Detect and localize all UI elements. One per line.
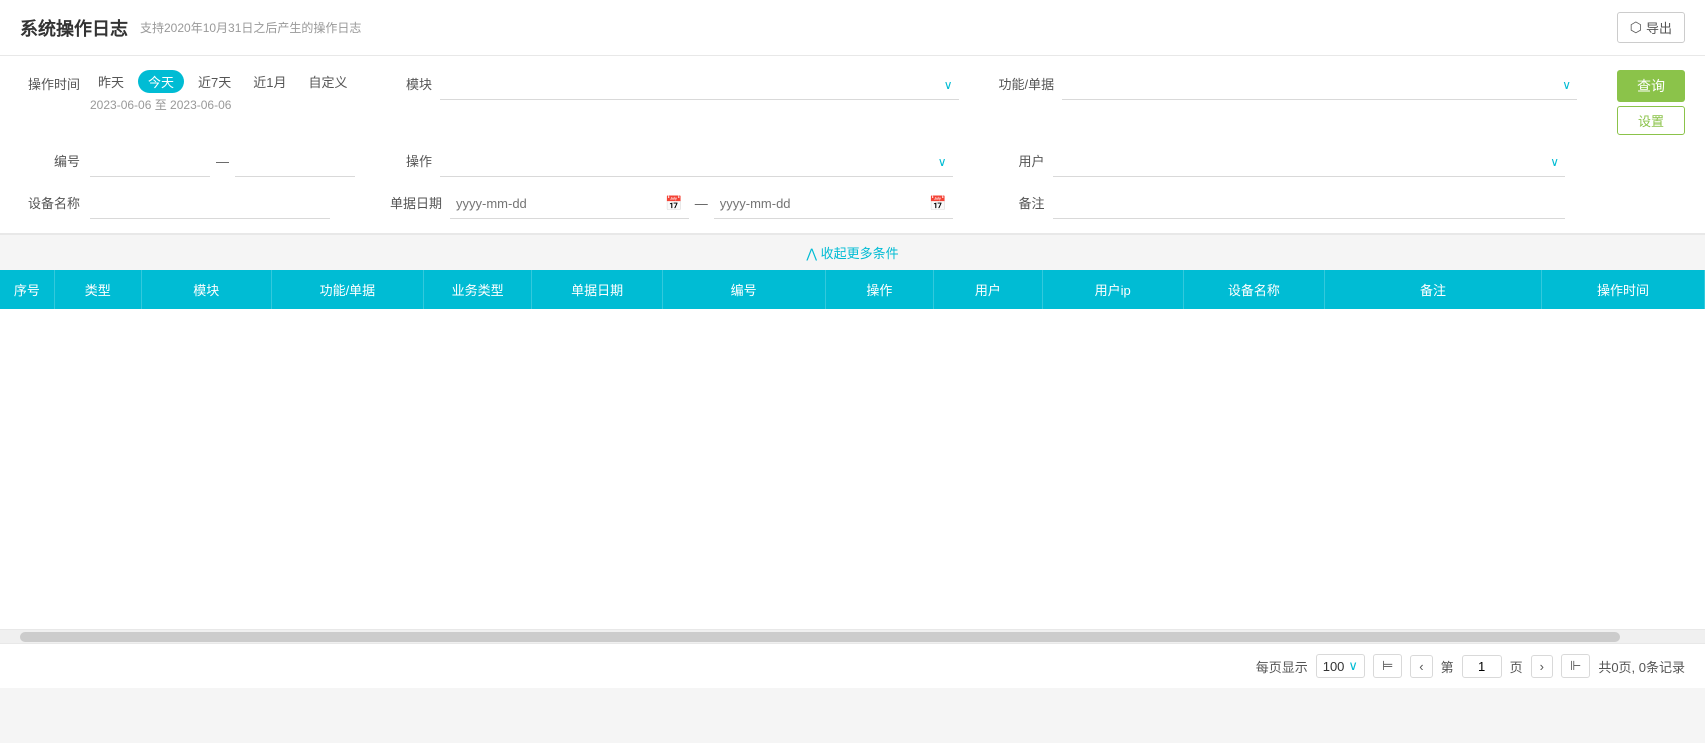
col-number: 编号 bbox=[662, 270, 825, 309]
operation-select[interactable]: ∨ bbox=[440, 147, 953, 177]
device-input[interactable] bbox=[90, 189, 330, 219]
table-header: 序号 类型 模块 功能/单据 业务类型 单据日期 编号 操作 用户 用户ip 设… bbox=[0, 270, 1705, 309]
device-label: 设备名称 bbox=[20, 189, 90, 219]
remark-filter-group: 备注 bbox=[973, 189, 1586, 219]
col-type: 类型 bbox=[54, 270, 141, 309]
col-voucher-date: 单据日期 bbox=[532, 270, 662, 309]
time-filter-group: 操作时间 昨天 今天 近7天 近1月 自定义 2023-06-06 至 2023… bbox=[20, 70, 360, 113]
calendar-start-icon[interactable]: 📅 bbox=[659, 195, 688, 212]
calendar-end-icon[interactable]: 📅 bbox=[923, 195, 952, 212]
time-btn-today[interactable]: 今天 bbox=[138, 70, 184, 93]
voucher-date-label: 单据日期 bbox=[380, 189, 450, 219]
data-table: 序号 类型 模块 功能/单据 业务类型 单据日期 编号 操作 用户 用户ip 设… bbox=[0, 270, 1705, 309]
func-select[interactable]: ∨ bbox=[1062, 70, 1577, 100]
operation-filter-group: 操作 ∨ bbox=[360, 147, 973, 177]
date-input-end[interactable] bbox=[714, 192, 923, 215]
col-biz-type: 业务类型 bbox=[423, 270, 532, 309]
col-op-time: 操作时间 bbox=[1542, 270, 1705, 309]
operation-label: 操作 bbox=[380, 147, 440, 177]
date-input-start[interactable] bbox=[450, 192, 659, 215]
number-input-start[interactable] bbox=[90, 147, 210, 177]
per-page-label: 每页显示 bbox=[1256, 657, 1308, 676]
page-title: 系统操作日志 bbox=[20, 15, 128, 41]
collapse-bar[interactable]: ⋀ 收起更多条件 bbox=[0, 234, 1705, 270]
voucher-date-filter-group: 单据日期 📅 — 📅 bbox=[360, 189, 973, 219]
date-input-start-wrap: 📅 bbox=[450, 189, 689, 219]
empty-area bbox=[0, 309, 1705, 629]
prev-page-button[interactable]: ‹ bbox=[1410, 655, 1432, 678]
header-title-group: 系统操作日志 支持2020年10月31日之后产生的操作日志 bbox=[20, 15, 361, 41]
col-module: 模块 bbox=[141, 270, 271, 309]
pagination: 每页显示 100 ∨ ⊨ ‹ 第 1 页 › ⊩ 共0页, 0条记录 bbox=[0, 643, 1705, 688]
number-filter-group: 编号 — bbox=[20, 147, 360, 177]
export-icon: ⬡ bbox=[1630, 19, 1642, 36]
module-select[interactable]: ∨ bbox=[440, 70, 959, 100]
scrollbar-area[interactable] bbox=[0, 629, 1705, 643]
scrollbar-thumb[interactable] bbox=[20, 632, 1620, 642]
col-user: 用户 bbox=[934, 270, 1043, 309]
time-buttons: 昨天 今天 近7天 近1月 自定义 bbox=[90, 70, 356, 93]
table-header-row: 序号 类型 模块 功能/单据 业务类型 单据日期 编号 操作 用户 用户ip 设… bbox=[0, 270, 1705, 309]
export-label: 导出 bbox=[1646, 18, 1672, 37]
page-header: 系统操作日志 支持2020年10月31日之后产生的操作日志 ⬡ 导出 bbox=[0, 0, 1705, 56]
time-btn-7days[interactable]: 近7天 bbox=[190, 70, 239, 93]
last-page-button[interactable]: ⊩ bbox=[1561, 654, 1590, 678]
col-func: 功能/单据 bbox=[271, 270, 423, 309]
collapse-label: 收起更多条件 bbox=[821, 246, 899, 261]
query-button[interactable]: 查询 bbox=[1617, 70, 1685, 102]
user-select[interactable]: ∨ bbox=[1053, 147, 1566, 177]
action-buttons: 查询 设置 bbox=[1617, 70, 1685, 135]
export-button[interactable]: ⬡ 导出 bbox=[1617, 12, 1685, 43]
page-label: 第 bbox=[1441, 657, 1454, 676]
filter-row-3: 设备名称 单据日期 📅 — 📅 备注 bbox=[20, 189, 1685, 219]
table-wrap: 序号 类型 模块 功能/单据 业务类型 单据日期 编号 操作 用户 用户ip 设… bbox=[0, 270, 1705, 629]
col-device: 设备名称 bbox=[1183, 270, 1324, 309]
page-subtitle: 支持2020年10月31日之后产生的操作日志 bbox=[140, 19, 361, 36]
col-index: 序号 bbox=[0, 270, 54, 309]
time-btn-yesterday[interactable]: 昨天 bbox=[90, 70, 132, 93]
module-chevron-icon: ∨ bbox=[944, 78, 953, 92]
func-label: 功能/单据 bbox=[999, 70, 1063, 100]
remark-label: 备注 bbox=[993, 189, 1053, 219]
module-label: 模块 bbox=[380, 70, 440, 100]
time-btn-1month[interactable]: 近1月 bbox=[245, 70, 294, 93]
total-info: 共0页, 0条记录 bbox=[1598, 657, 1685, 676]
user-chevron-icon: ∨ bbox=[1550, 155, 1559, 169]
col-user-ip: 用户ip bbox=[1042, 270, 1183, 309]
module-filter-group: 模块 ∨ bbox=[360, 70, 979, 100]
user-filter-group: 用户 ∨ bbox=[973, 147, 1586, 177]
user-label: 用户 bbox=[993, 147, 1053, 177]
col-operation: 操作 bbox=[825, 270, 934, 309]
filter-row-1: 操作时间 昨天 今天 近7天 近1月 自定义 2023-06-06 至 2023… bbox=[20, 70, 1685, 135]
collapse-icon: ⋀ bbox=[806, 246, 817, 261]
next-page-button[interactable]: › bbox=[1531, 655, 1553, 678]
func-filter-group: 功能/单据 ∨ bbox=[979, 70, 1598, 100]
func-chevron-icon: ∨ bbox=[1562, 78, 1571, 92]
date-dash: — bbox=[689, 189, 714, 219]
col-remark: 备注 bbox=[1324, 270, 1541, 309]
filter-row-2: 编号 — 操作 ∨ 用户 ∨ bbox=[20, 147, 1685, 177]
device-filter-group: 设备名称 bbox=[20, 189, 360, 219]
operation-chevron-icon: ∨ bbox=[938, 155, 947, 169]
settings-button[interactable]: 设置 bbox=[1617, 106, 1685, 135]
number-label: 编号 bbox=[20, 147, 90, 177]
number-input-end[interactable] bbox=[235, 147, 355, 177]
time-label: 操作时间 bbox=[20, 70, 90, 100]
date-input-end-wrap: 📅 bbox=[714, 189, 953, 219]
time-date-range: 2023-06-06 至 2023-06-06 bbox=[90, 96, 356, 113]
time-controls: 昨天 今天 近7天 近1月 自定义 2023-06-06 至 2023-06-0… bbox=[90, 70, 356, 113]
first-page-button[interactable]: ⊨ bbox=[1373, 654, 1402, 678]
page-size-select[interactable]: 100 ∨ bbox=[1316, 654, 1365, 678]
remark-input[interactable] bbox=[1053, 189, 1566, 219]
time-btn-custom[interactable]: 自定义 bbox=[301, 70, 356, 93]
filter-section: 操作时间 昨天 今天 近7天 近1月 自定义 2023-06-06 至 2023… bbox=[0, 56, 1705, 234]
page-size-chevron-icon: ∨ bbox=[1348, 658, 1358, 674]
number-dash: — bbox=[210, 147, 235, 177]
page-unit: 页 bbox=[1510, 657, 1523, 676]
page-number-input[interactable]: 1 bbox=[1462, 655, 1502, 678]
page-size-value: 100 bbox=[1323, 659, 1345, 674]
